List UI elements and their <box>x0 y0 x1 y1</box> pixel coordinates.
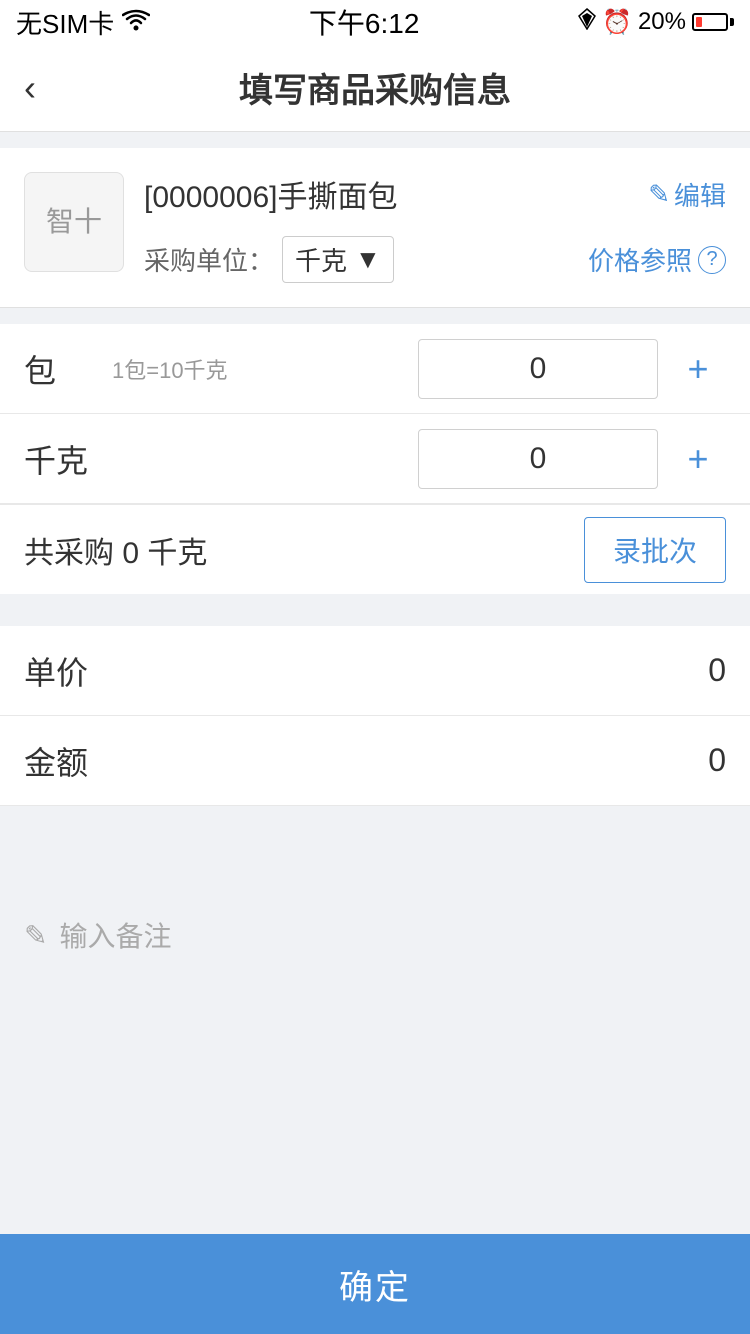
remark-section[interactable]: ✎ 输入备注 <box>0 806 750 1064</box>
status-right: ⏰ 20% <box>578 8 734 37</box>
kg-input[interactable] <box>418 429 658 489</box>
unit-price-row: 单价 0 <box>0 626 750 716</box>
location-icon <box>578 8 596 37</box>
summary-text: 共采购 0 千克 <box>24 528 207 572</box>
product-info: [0000006]手撕面包 ✎ 编辑 采购单位： 千克 ▼ 价格参照 ? <box>144 172 726 283</box>
edit-button[interactable]: ✎ 编辑 <box>648 176 726 213</box>
summary-section: 共采购 0 千克 录批次 <box>0 504 750 594</box>
status-time: 下午6:12 <box>309 2 420 42</box>
product-name-row: [0000006]手撕面包 ✎ 编辑 <box>144 172 726 216</box>
edit-label: 编辑 <box>674 176 726 213</box>
back-button[interactable]: ‹ <box>24 67 36 109</box>
input-section: 包 1包=10千克 + 千克 + 共采购 0 千克 录批次 <box>0 324 750 594</box>
chevron-down-icon: ▼ <box>355 244 381 275</box>
product-logo-text: 智十 <box>46 205 102 239</box>
unit-label: 采购单位： <box>144 241 274 278</box>
amount-label: 金额 <box>24 738 88 784</box>
price-section: 单价 0 金额 0 <box>0 626 750 806</box>
pencil-icon: ✎ <box>24 919 47 952</box>
product-card: 智十 [0000006]手撕面包 ✎ 编辑 采购单位： 千克 ▼ 价格参照 ? <box>0 148 750 308</box>
product-logo: 智十 <box>24 172 124 272</box>
carrier-label: 无SIM卡 <box>16 4 114 41</box>
bag-label: 包 <box>24 346 104 392</box>
remark-placeholder: 输入备注 <box>59 915 171 955</box>
content-area <box>0 1064 750 1234</box>
unit-select[interactable]: 千克 ▼ <box>282 236 394 283</box>
batch-button[interactable]: 录批次 <box>584 517 726 583</box>
kg-input-row: 千克 + <box>0 414 750 504</box>
summary-unit: 千克 <box>147 537 207 570</box>
bag-plus-button[interactable]: + <box>670 341 726 397</box>
unit-value: 千克 <box>295 241 347 278</box>
battery-icon <box>692 13 734 31</box>
bag-input-row: 包 1包=10千克 + <box>0 324 750 414</box>
status-carrier: 无SIM卡 <box>16 4 150 41</box>
summary-prefix: 共采购 <box>24 537 114 570</box>
wifi-icon <box>122 7 150 38</box>
alarm-icon: ⏰ <box>602 8 632 37</box>
kg-label: 千克 <box>24 436 104 482</box>
page-title: 填写商品采购信息 <box>239 63 511 112</box>
unit-row: 采购单位： 千克 ▼ 价格参照 ? <box>144 236 726 283</box>
nav-bar: ‹ 填写商品采购信息 <box>0 44 750 132</box>
kg-plus-button[interactable]: + <box>670 431 726 487</box>
status-bar: 无SIM卡 下午6:12 ⏰ 20% <box>0 0 750 44</box>
bag-sublabel: 1包=10千克 <box>112 353 228 385</box>
confirm-button[interactable]: 确定 <box>0 1234 750 1334</box>
unit-price-label: 单价 <box>24 648 88 694</box>
divider-1 <box>0 308 750 324</box>
divider-2 <box>0 594 750 610</box>
price-ref-button[interactable]: 价格参照 ? <box>588 241 726 278</box>
summary-amount: 0 <box>122 537 139 570</box>
unit-select-wrap: 采购单位： 千克 ▼ <box>144 236 394 283</box>
bag-input[interactable] <box>418 339 658 399</box>
product-name: [0000006]手撕面包 <box>144 172 397 216</box>
amount-value: 0 <box>708 742 726 779</box>
amount-row: 金额 0 <box>0 716 750 806</box>
help-icon: ? <box>698 246 726 274</box>
bag-input-wrap: + <box>228 339 726 399</box>
price-ref-label: 价格参照 <box>588 241 692 278</box>
battery-percent: 20% <box>638 8 686 36</box>
unit-price-value: 0 <box>708 652 726 689</box>
kg-input-wrap: + <box>104 429 726 489</box>
edit-icon: ✎ <box>648 179 670 210</box>
